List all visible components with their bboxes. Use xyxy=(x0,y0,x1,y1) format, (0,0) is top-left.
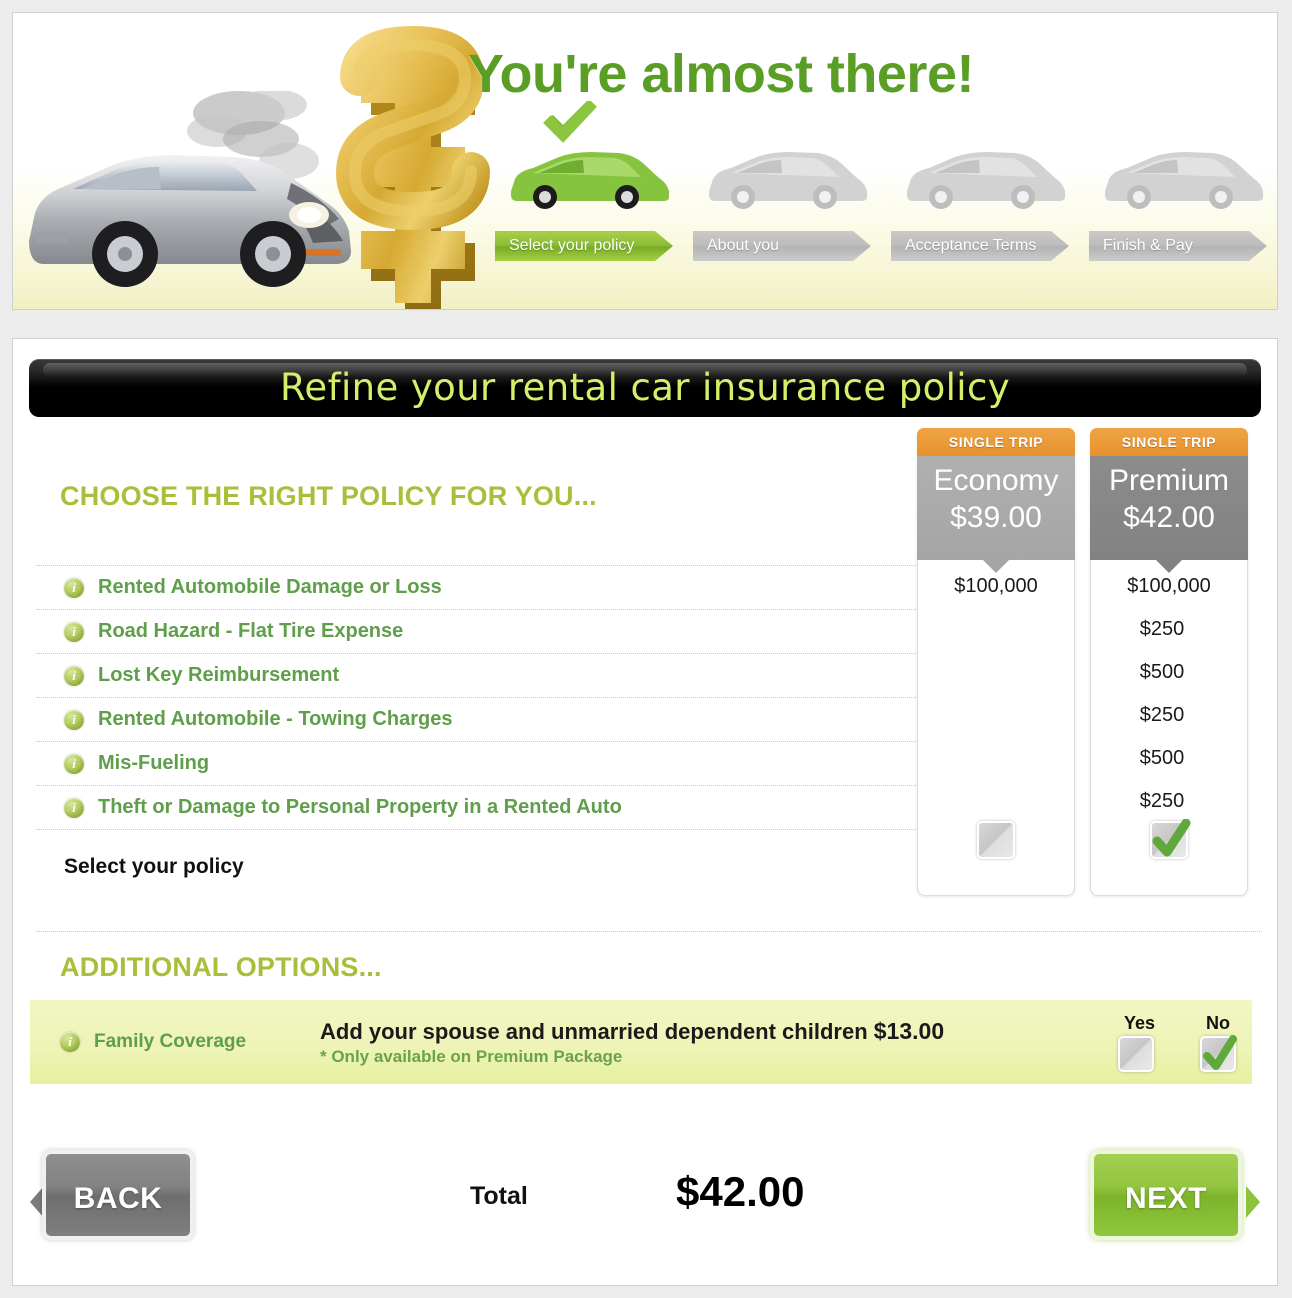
choose-policy-heading: CHOOSE THE RIGHT POLICY FOR YOU... xyxy=(60,481,597,511)
coverage-row[interactable]: i Rented Automobile - Towing Charges xyxy=(36,697,916,741)
plan-header: SINGLE TRIP Premium $42.00 xyxy=(1090,428,1248,573)
coverage-row[interactable]: i Theft or Damage to Personal Property i… xyxy=(36,785,916,830)
step-acceptance-terms[interactable]: Acceptance Terms xyxy=(891,145,1081,265)
plan-header: SINGLE TRIP Economy $39.00 xyxy=(917,428,1075,573)
total-label: Total xyxy=(470,1182,528,1210)
panel-title-bar: Refine your rental car insurance policy xyxy=(29,359,1261,417)
coverage-row[interactable]: i Rented Automobile Damage or Loss xyxy=(36,565,916,609)
plan-card-economy[interactable]: SINGLE TRIP Economy $39.00 $100,000 xyxy=(917,428,1075,896)
family-coverage-row[interactable]: i Family Coverage Add your spouse and un… xyxy=(30,1000,1252,1084)
info-icon[interactable]: i xyxy=(64,621,84,642)
plan-tier: Premium $42.00 xyxy=(1090,456,1248,573)
family-coverage-yes-checkbox[interactable] xyxy=(1118,1035,1154,1072)
info-icon[interactable]: i xyxy=(64,797,84,818)
info-icon[interactable]: i xyxy=(64,753,84,774)
step-label: Acceptance Terms xyxy=(891,231,1069,261)
info-icon[interactable]: i xyxy=(64,665,84,686)
plan-value: $500 xyxy=(1139,747,1185,769)
coverage-label: Rented Automobile - Towing Charges xyxy=(98,708,453,730)
total-value: $42.00 xyxy=(676,1168,805,1215)
checkmark-icon xyxy=(1203,1034,1237,1070)
plan-value: $250 xyxy=(1139,704,1185,726)
page-title: Refine your rental car insurance policy xyxy=(279,366,1011,409)
car-icon-inactive xyxy=(709,152,867,209)
step-select-your-policy[interactable]: Select your policy xyxy=(495,145,685,265)
family-coverage-details: Add your spouse and unmarried dependent … xyxy=(310,1018,1118,1067)
coverage-row[interactable]: i Mis-Fueling xyxy=(36,741,916,785)
next-arrow-icon xyxy=(1246,1186,1260,1218)
step-label: Finish & Pay xyxy=(1089,231,1267,261)
coverage-label: Mis-Fueling xyxy=(98,752,210,774)
back-button[interactable]: BACK xyxy=(42,1150,194,1240)
plan-values: $100,000 $250 $500 $250 $500 $250 xyxy=(1091,565,1247,823)
progress-steps: Select your policy About you Acceptance … xyxy=(495,145,1278,265)
family-coverage-toggle: Yes No xyxy=(1118,1013,1252,1072)
car-icon-inactive xyxy=(1105,152,1263,209)
car-icon-inactive xyxy=(907,152,1065,209)
plan-card-premium[interactable]: SINGLE TRIP Premium $42.00 $100,000 $250… xyxy=(1090,428,1248,896)
coverage-label: Rented Automobile Damage or Loss xyxy=(98,576,442,598)
plan-name: Economy xyxy=(933,464,1059,497)
plan-value xyxy=(918,737,1074,780)
yes-no-labels: Yes No xyxy=(1118,1013,1236,1036)
yes-label: Yes xyxy=(1124,1012,1156,1033)
coverage-label: Lost Key Reimbursement xyxy=(98,664,340,686)
coverage-row[interactable]: i Lost Key Reimbursement xyxy=(36,653,916,697)
step-about-you[interactable]: About you xyxy=(693,145,883,265)
additional-options-heading: ADDITIONAL OPTIONS... xyxy=(60,952,382,982)
step-label: Select your policy xyxy=(495,231,673,261)
page-root: You're almost there! Select your policy xyxy=(0,0,1292,1298)
info-icon[interactable]: i xyxy=(64,577,84,598)
next-button[interactable]: NEXT xyxy=(1090,1150,1242,1240)
info-icon[interactable]: i xyxy=(60,1032,80,1052)
plan-price: $42.00 xyxy=(1123,501,1215,534)
plan-values: $100,000 xyxy=(918,565,1074,823)
coverage-row[interactable]: i Road Hazard - Flat Tire Expense xyxy=(36,609,916,653)
plan-value: $100,000 xyxy=(954,575,1038,597)
car-icon-active xyxy=(511,152,669,209)
plan-tier: Economy $39.00 xyxy=(917,456,1075,573)
family-coverage-description-line: Add your spouse and unmarried dependent … xyxy=(320,1018,1118,1045)
step-label: About you xyxy=(693,231,871,261)
plan-value xyxy=(918,651,1074,694)
yes-no-boxes xyxy=(1118,1034,1237,1072)
info-icon[interactable]: i xyxy=(64,709,84,730)
checkmark-icon xyxy=(1152,819,1191,857)
family-coverage-label: Family Coverage xyxy=(94,1031,247,1052)
plan-value xyxy=(918,608,1074,651)
family-coverage-description: Add your spouse and unmarried dependent … xyxy=(320,1018,868,1044)
plan-value: $500 xyxy=(1139,661,1185,683)
plan-badge: SINGLE TRIP xyxy=(917,428,1075,456)
coverage-label: Theft or Damage to Personal Property in … xyxy=(98,796,622,818)
plan-select-checkbox-premium[interactable] xyxy=(1150,819,1191,859)
select-policy-label: Select your policy xyxy=(64,855,244,878)
step-finish-and-pay[interactable]: Finish & Pay xyxy=(1089,145,1278,265)
plan-value: $250 xyxy=(1139,790,1185,812)
check-icon xyxy=(543,101,598,143)
banner-headline: You're almost there! xyxy=(468,44,974,104)
plan-price: $39.00 xyxy=(950,501,1042,534)
plan-value: $250 xyxy=(1139,618,1185,640)
family-coverage-no-checkbox[interactable] xyxy=(1200,1034,1237,1072)
plan-badge: SINGLE TRIP xyxy=(1090,428,1248,456)
no-label: No xyxy=(1206,1012,1230,1033)
plan-name: Premium xyxy=(1108,464,1229,497)
family-coverage-note: * Only available on Premium Package xyxy=(320,1046,623,1066)
plan-select-checkbox-economy[interactable] xyxy=(977,821,1015,859)
coverage-label: Road Hazard - Flat Tire Expense xyxy=(98,620,404,642)
coverage-list: i Rented Automobile Damage or Loss i Roa… xyxy=(36,565,916,830)
section-divider xyxy=(36,931,1262,932)
plan-value xyxy=(918,780,1074,823)
family-coverage-price: $13.00 xyxy=(873,1017,945,1044)
plan-value: $100,000 xyxy=(1127,575,1211,597)
promo-banner: You're almost there! Select your policy xyxy=(12,12,1278,310)
plan-value xyxy=(918,694,1074,737)
